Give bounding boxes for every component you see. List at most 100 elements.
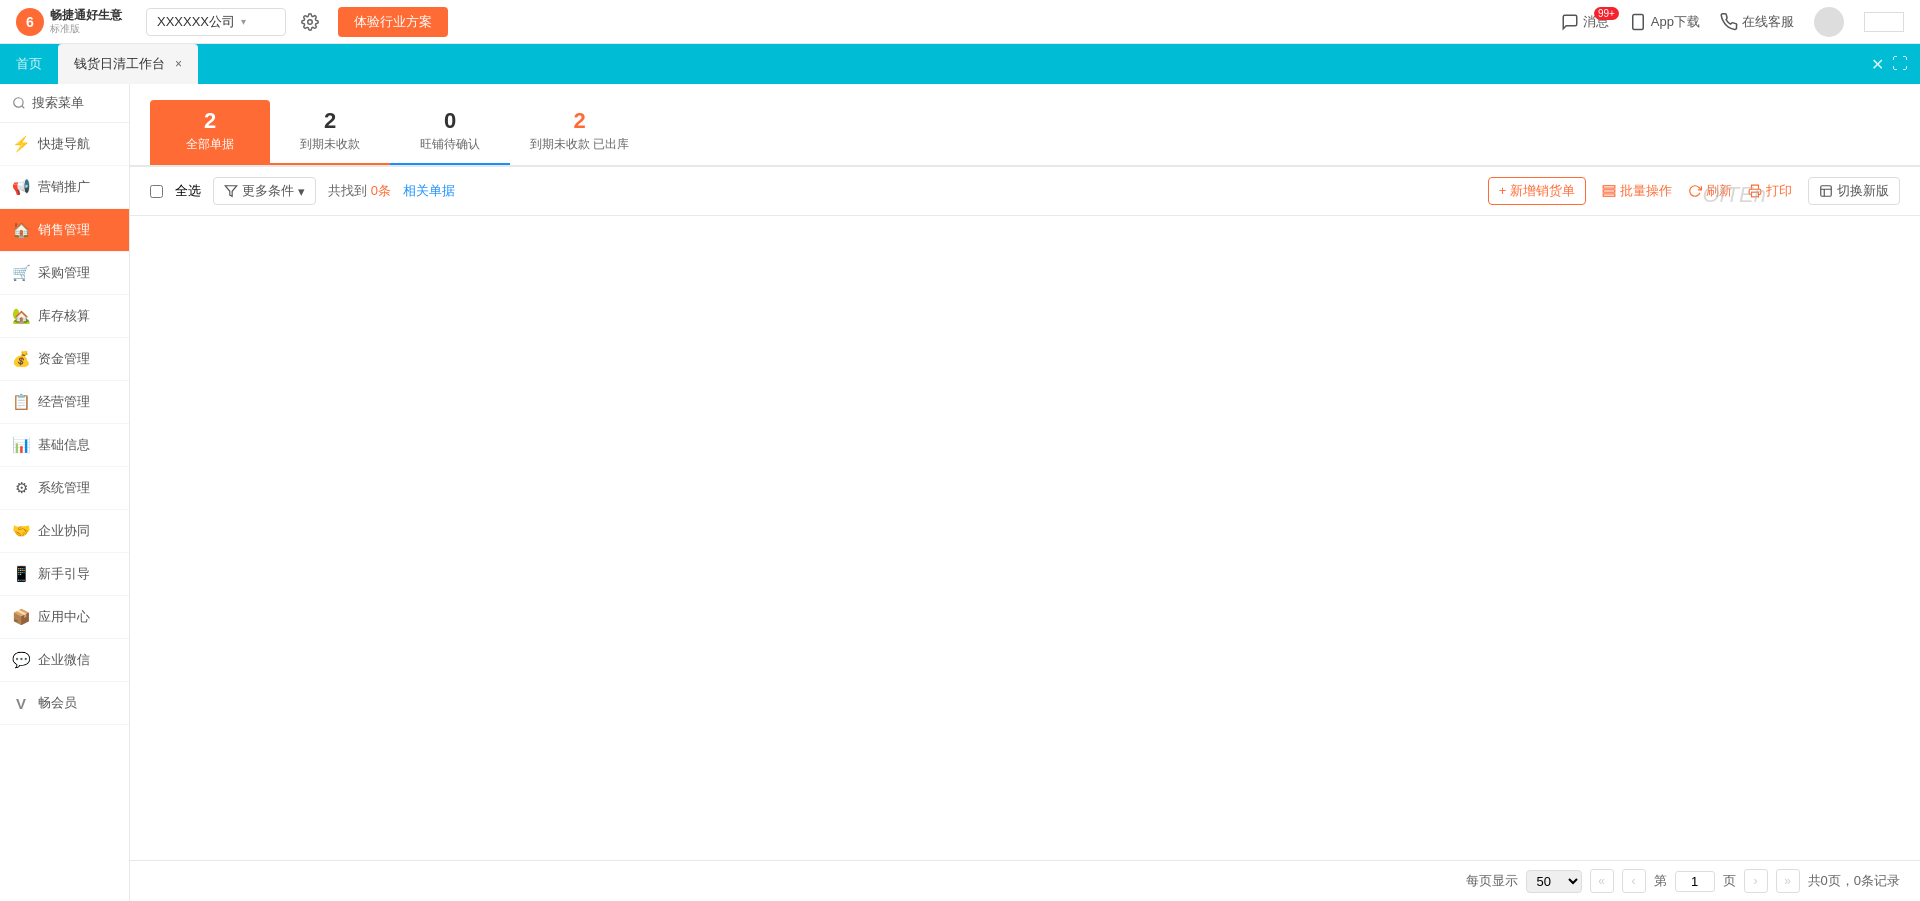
sidebar: 搜索菜单 ⚡ 快捷导航 📢 营销推广 🏠 销售管理 🛒 采购管理 🏡 库存核算 … (0, 84, 130, 901)
messages-button[interactable]: 消息 99+ (1561, 13, 1609, 31)
tab-bar-actions: ✕ ⛶ (1871, 55, 1920, 74)
sidebar-item-purchase[interactable]: 🛒 采购管理 (0, 252, 129, 295)
sidebar-item-system[interactable]: ⚙ 系统管理 (0, 467, 129, 510)
prev-page-button[interactable]: ‹ (1622, 869, 1646, 893)
summary-tab-wangpu[interactable]: 0 旺铺待确认 (390, 100, 510, 165)
table-area (130, 216, 1920, 860)
avatar[interactable] (1814, 7, 1844, 37)
next-page-button[interactable]: › (1744, 869, 1768, 893)
sales-icon: 🏠 (12, 221, 30, 239)
select-all-label: 全选 (175, 182, 201, 200)
basic-info-icon: 📊 (12, 436, 30, 454)
sidebar-search[interactable]: 搜索菜单 (0, 84, 129, 123)
svg-rect-7 (1603, 190, 1615, 192)
toolbar: 全选 更多条件 ▾ 共找到 0条 相关单据 + 新增销货单 (130, 167, 1920, 216)
svg-point-3 (14, 98, 23, 107)
logo-area: 6 畅捷通好生意 标准版 (16, 8, 146, 36)
page-size-select[interactable]: 20 50 100 (1526, 870, 1582, 893)
switch-label: 切换新版 (1837, 182, 1889, 200)
page-input[interactable] (1675, 871, 1715, 892)
filter-label: 更多条件 (242, 182, 294, 200)
logo-sub: 标准版 (50, 23, 122, 35)
first-page-button[interactable]: « (1590, 869, 1614, 893)
svg-rect-10 (1821, 186, 1832, 197)
tab-close-all-icon[interactable]: ✕ (1871, 55, 1884, 74)
related-link[interactable]: 相关单据 (403, 182, 455, 200)
print-button[interactable]: 打印 (1748, 182, 1792, 200)
pagination-bar: 每页显示 20 50 100 « ‹ 第 页 › » 共0页，0条记录 (130, 860, 1920, 901)
sidebar-item-label: 资金管理 (38, 350, 90, 368)
filter-icon (224, 184, 238, 198)
filter-button[interactable]: 更多条件 ▾ (213, 177, 316, 205)
app-download-button[interactable]: App下载 (1629, 13, 1700, 31)
app-download-label: App下载 (1651, 13, 1700, 31)
page-label: 第 (1654, 872, 1667, 890)
operation-icon: 📋 (12, 393, 30, 411)
sidebar-item-label: 营销推广 (38, 178, 90, 196)
overdue-unshipped-label: 到期未收款 已出库 (530, 136, 629, 153)
add-sale-button[interactable]: + 新增销货单 (1488, 177, 1586, 205)
sidebar-item-sales[interactable]: 🏠 销售管理 (0, 209, 129, 252)
tab-home[interactable]: 首页 (0, 44, 58, 84)
sidebar-item-label: 销售管理 (38, 221, 90, 239)
sidebar-item-funds[interactable]: 💰 资金管理 (0, 338, 129, 381)
settings-button[interactable] (294, 6, 326, 38)
svg-rect-6 (1603, 186, 1615, 188)
total-text: 共0页，0条记录 (1808, 872, 1900, 890)
overdue-unpaid-label: 到期未收款 (290, 136, 370, 153)
refresh-button[interactable]: 刷新 (1688, 182, 1732, 200)
tab-expand-icon[interactable]: ⛶ (1892, 55, 1908, 73)
user-name[interactable] (1864, 12, 1904, 32)
all-label: 全部单据 (170, 136, 250, 153)
logo-icon: 6 (16, 8, 44, 36)
sidebar-item-label: 应用中心 (38, 608, 90, 626)
search-icon (12, 96, 26, 110)
tab-workbench[interactable]: 钱货日清工作台 × (58, 44, 198, 84)
experience-button[interactable]: 体验行业方案 (338, 7, 448, 37)
summary-tab-all[interactable]: 2 全部单据 (150, 100, 270, 165)
print-label: 打印 (1766, 182, 1792, 200)
company-selector[interactable]: XXXXXX公司 ▾ (146, 8, 286, 36)
tab-bar: 首页 钱货日清工作台 × ✕ ⛶ (0, 44, 1920, 84)
system-icon: ⚙ (12, 479, 30, 497)
online-service-button[interactable]: 在线客服 (1720, 13, 1794, 31)
sidebar-item-marketing[interactable]: 📢 营销推广 (0, 166, 129, 209)
chevron-down-icon: ▾ (298, 184, 305, 199)
top-header: 6 畅捷通好生意 标准版 XXXXXX公司 ▾ 体验行业方案 消息 99+ Ap… (0, 0, 1920, 44)
switch-icon (1819, 184, 1833, 198)
quick-nav-icon: ⚡ (12, 135, 30, 153)
batch-operation-button[interactable]: 批量操作 (1602, 182, 1672, 200)
main-layout: 搜索菜单 ⚡ 快捷导航 📢 营销推广 🏠 销售管理 🛒 采购管理 🏡 库存核算 … (0, 84, 1920, 901)
sidebar-item-wechat[interactable]: 💬 企业微信 (0, 639, 129, 682)
sidebar-item-operation[interactable]: 📋 经营管理 (0, 381, 129, 424)
sidebar-item-member[interactable]: V 畅会员 (0, 682, 129, 725)
last-page-button[interactable]: » (1776, 869, 1800, 893)
summary-tab-overdue-unpaid[interactable]: 2 到期未收款 (270, 100, 390, 165)
company-name: XXXXXX公司 (157, 13, 235, 31)
select-all-checkbox[interactable] (150, 185, 163, 198)
guide-icon: 📱 (12, 565, 30, 583)
tab-close-icon[interactable]: × (175, 57, 182, 71)
sidebar-item-label: 经营管理 (38, 393, 90, 411)
summary-tab-overdue-unshipped[interactable]: 2 到期未收款 已出库 (510, 100, 649, 165)
svg-rect-9 (1752, 192, 1759, 197)
sidebar-item-label: 快捷导航 (38, 135, 90, 153)
messages-badge: 99+ (1594, 7, 1619, 20)
sidebar-item-guide[interactable]: 📱 新手引导 (0, 553, 129, 596)
batch-icon (1602, 184, 1616, 198)
chevron-down-icon: ▾ (241, 16, 246, 27)
refresh-label: 刷新 (1706, 182, 1732, 200)
sidebar-item-label: 库存核算 (38, 307, 90, 325)
sidebar-item-label: 基础信息 (38, 436, 90, 454)
sidebar-item-label: 系统管理 (38, 479, 90, 497)
sidebar-item-inventory[interactable]: 🏡 库存核算 (0, 295, 129, 338)
switch-version-button[interactable]: 切换新版 (1808, 177, 1900, 205)
sidebar-item-basic-info[interactable]: 📊 基础信息 (0, 424, 129, 467)
sidebar-item-label: 新手引导 (38, 565, 90, 583)
sidebar-item-cooperation[interactable]: 🤝 企业协同 (0, 510, 129, 553)
sidebar-item-app-center[interactable]: 📦 应用中心 (0, 596, 129, 639)
marketing-icon: 📢 (12, 178, 30, 196)
header-right: 消息 99+ App下载 在线客服 (1561, 7, 1904, 37)
add-sale-label: + 新增销货单 (1499, 182, 1575, 200)
sidebar-item-quick-nav[interactable]: ⚡ 快捷导航 (0, 123, 129, 166)
